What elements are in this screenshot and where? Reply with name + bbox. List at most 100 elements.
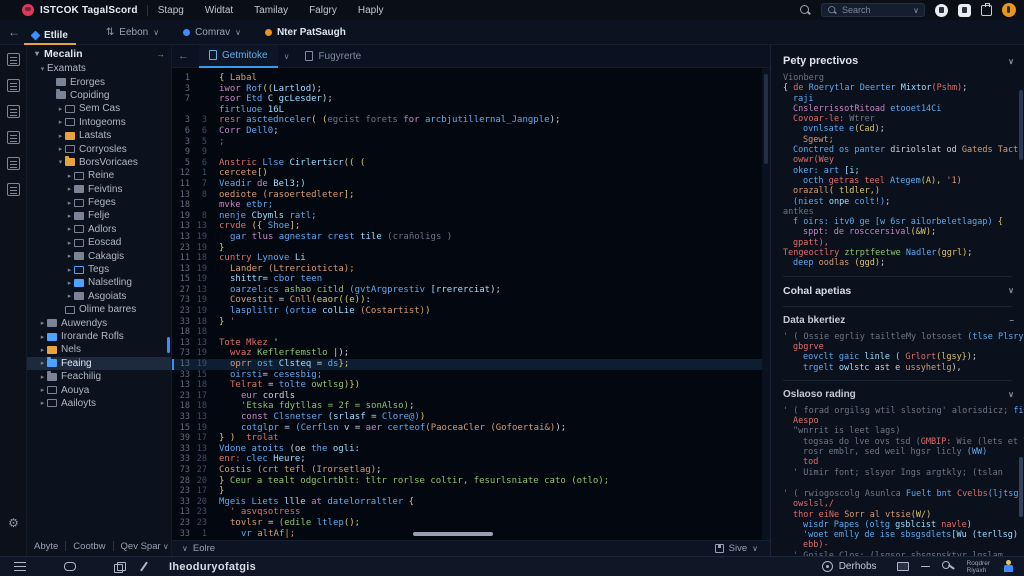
shield-icon[interactable]: [6, 183, 20, 196]
database-icon[interactable]: [6, 157, 20, 170]
edit-file-icon[interactable]: [6, 79, 20, 92]
settings-gear-icon[interactable]: ⚙: [8, 516, 19, 530]
chevron-right-icon[interactable]: ▸: [65, 199, 74, 207]
chevron-down-icon[interactable]: ∨: [1008, 286, 1014, 295]
tree-item-asgoiats[interactable]: ▸ Asgoiats: [27, 290, 171, 303]
code-line[interactable]: 73 19 Covestit = Cnll(eaor((e)):: [172, 295, 762, 306]
code-line[interactable]: 13 19 Lander (Ltrercioticta);: [172, 264, 762, 275]
tab-back-button[interactable]: ←: [178, 50, 189, 62]
chevron-down-icon[interactable]: ▾: [56, 158, 65, 166]
tree-item-copiding[interactable]: Copiding: [27, 89, 171, 102]
status-right-label[interactable]: Derhobs: [839, 561, 877, 572]
code-line[interactable]: 23 23 tovlsr = (edile ltlep();: [172, 518, 762, 529]
menu-item-widtat[interactable]: Widtat: [205, 5, 233, 16]
files-icon[interactable]: [6, 53, 20, 66]
menu-item-stapg[interactable]: Stapg: [158, 5, 184, 16]
editor-footer-dropdown[interactable]: ∨ Eolre: [182, 543, 215, 554]
tree-item-examats[interactable]: ▾ Examats: [27, 62, 171, 75]
code-line[interactable]: 15 19 shittr= cbor teen: [172, 274, 762, 285]
code-line[interactable]: 13 18 Telrat = tolte owtlsg)}): [172, 380, 762, 391]
tree-item-reine[interactable]: ▸ Reine: [27, 169, 171, 182]
tree-item-feaing[interactable]: ▸ Feaing: [27, 356, 171, 370]
chevron-down-icon[interactable]: ▾: [38, 65, 47, 73]
tree-item-irorande-rofls[interactable]: ▸ Irorande Rofls: [27, 330, 171, 343]
tree-item-auwendys[interactable]: ▸ Auwendys: [27, 316, 171, 329]
chevron-down-icon[interactable]: ∨: [284, 52, 290, 61]
tree-item-lastats[interactable]: ▸ Lastats: [27, 129, 171, 142]
sidebar-scrollbar-thumb[interactable]: [167, 337, 170, 353]
chevron-right-icon[interactable]: ▸: [56, 145, 65, 153]
tree-item-feivtins[interactable]: ▸ Feivtins: [27, 183, 171, 196]
code-line[interactable]: 3 3 resr asctednceler( (egcist forets for …: [172, 115, 762, 126]
tree-item-erorges[interactable]: Erorges: [27, 75, 171, 88]
sidebar-footer-abyte[interactable]: Abyte: [34, 541, 58, 552]
editor-horizontal-scrollbar-thumb[interactable]: [413, 532, 493, 536]
chevron-right-icon[interactable]: ▸: [38, 333, 47, 341]
menu-hamburger-icon[interactable]: [14, 562, 26, 571]
chevron-right-icon[interactable]: ▸: [38, 399, 47, 407]
chevron-right-icon[interactable]: ▸: [65, 252, 74, 260]
code-line[interactable]: 3 iwor Rof((Lartlod);: [172, 84, 762, 95]
code-line[interactable]: firtluoe 16L: [172, 105, 762, 116]
chevron-right-icon[interactable]: ▸: [38, 319, 47, 327]
chevron-right-icon[interactable]: ▸: [65, 279, 74, 287]
tree-item-borsvoricaes[interactable]: ▾ BorsVoricaes: [27, 156, 171, 169]
tab-fugyrerte[interactable]: Fugyrerte: [295, 45, 371, 68]
code-line[interactable]: 13 13 Tote Mkez ': [172, 338, 762, 349]
chevron-right-icon[interactable]: ▸: [65, 212, 74, 220]
code-line[interactable]: 11 7 Veadir de Bel3;): [172, 179, 762, 190]
code-line[interactable]: 39 17} ) trolat: [172, 433, 762, 444]
code-line[interactable]: 13 13 crvde ({ Shoe];: [172, 221, 762, 232]
tree-item-felje[interactable]: ▸ Felje: [27, 209, 171, 222]
code-line[interactable]: 23 17}: [172, 486, 762, 497]
code-line[interactable]: 12 1 cercete[): [172, 168, 762, 179]
chevron-right-icon[interactable]: ▸: [56, 118, 65, 126]
toolbar-dropdown-2[interactable]: Comrav ∨: [183, 27, 241, 38]
editor-vertical-scrollbar[interactable]: [762, 68, 770, 540]
tab-getmitoke[interactable]: Getmitoke: [199, 44, 278, 68]
search-input[interactable]: Search ∨: [821, 3, 925, 17]
code-line[interactable]: 1 { Labal: [172, 73, 762, 84]
tree-item-feges[interactable]: ▸ Feges: [27, 196, 171, 209]
tree-item-nels[interactable]: ▸ Nels: [27, 343, 171, 356]
tree-item-eoscad[interactable]: ▸ Eoscad: [27, 236, 171, 249]
tree-item-intogeoms[interactable]: ▸ Intogeoms: [27, 116, 171, 129]
code-line[interactable]: 19 8 nenje Cbymls ratl;: [172, 211, 762, 222]
code-line[interactable]: 11 18 cuntry Lynove Li: [172, 253, 762, 264]
chevron-right-icon[interactable]: ▸: [38, 359, 47, 367]
tree-item-sem-cas[interactable]: ▸ Sem Cas: [27, 102, 171, 115]
tree-item-nalsetling[interactable]: ▸ Nalsetling: [27, 276, 171, 289]
code-line[interactable]: 23 19}: [172, 243, 762, 254]
chevron-right-icon[interactable]: ▸: [65, 239, 74, 247]
tree-root[interactable]: ▾ Mecalin →: [27, 45, 171, 62]
collapse-icon[interactable]: –: [1010, 316, 1014, 325]
copy-icon[interactable]: [114, 562, 126, 573]
chevron-right-icon[interactable]: ▸: [65, 292, 74, 300]
chevron-right-icon[interactable]: ▸: [38, 373, 47, 381]
tree-item-feachilig[interactable]: ▸ Feachilig: [27, 370, 171, 383]
code-line[interactable]: 13 19 gar tlus agnestar crest tile (crañol…: [172, 232, 762, 243]
menu-item-haply[interactable]: Haply: [358, 5, 384, 16]
code-line[interactable]: 23 19 laspliltr (ortie colLie (Costartist)…: [172, 306, 762, 317]
chevron-right-icon[interactable]: ▸: [38, 386, 47, 394]
code-line[interactable]: 13 23 ' asvqsotress: [172, 507, 762, 518]
chevron-down-icon[interactable]: ∨: [913, 6, 919, 15]
calendar-icon[interactable]: [6, 105, 20, 118]
chevron-right-icon[interactable]: ▸: [65, 185, 74, 193]
code-line[interactable]: 6 6 Corr Dell0;: [172, 126, 762, 137]
toolbar-tab-primary[interactable]: Etlile: [24, 20, 76, 45]
user-figure-icon[interactable]: [1002, 560, 1014, 573]
tree-item-tegs[interactable]: ▸ Tegs: [27, 263, 171, 276]
extensions-icon[interactable]: [958, 3, 971, 17]
code-line[interactable]: 18 mvke etbr;: [172, 200, 762, 211]
inspector-scrollbar-thumb[interactable]: [1019, 457, 1023, 517]
inspector-title-row[interactable]: Pety prectivos ∨: [783, 45, 1024, 69]
chevron-right-icon[interactable]: ▸: [56, 132, 65, 140]
code-line[interactable]: 3 5;: [172, 137, 762, 148]
chevron-right-icon[interactable]: ▸: [65, 172, 74, 180]
code-line[interactable]: 18 18 'Etska fdytllas = 2f = sonAlso);: [172, 401, 762, 412]
apps-icon[interactable]: [981, 2, 992, 16]
chevron-right-icon[interactable]: ▸: [38, 346, 47, 354]
notifications-icon[interactable]: [935, 3, 948, 17]
code-line[interactable]: 27 13 oarzel:cs ashao citld (gvtArgprestiv…: [172, 285, 762, 296]
